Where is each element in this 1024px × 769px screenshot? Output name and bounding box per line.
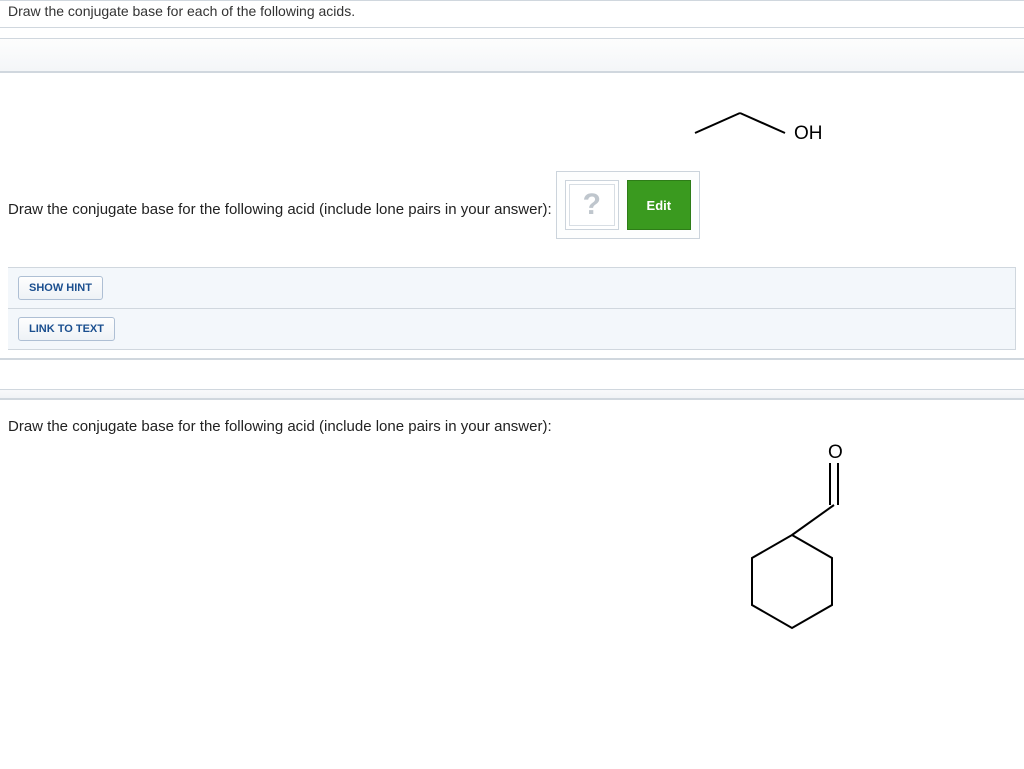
- question-mark-icon: ?: [569, 184, 615, 226]
- molecule-label-o: O: [828, 442, 843, 463]
- gap-1: [0, 359, 1024, 389]
- question-1: Draw the conjugate base for the followin…: [0, 72, 1024, 359]
- page-title: Draw the conjugate base for each of the …: [8, 3, 355, 19]
- question-1-prompt: Draw the conjugate base for the followin…: [8, 201, 552, 218]
- link-to-text-button[interactable]: LINK TO TEXT: [18, 317, 115, 341]
- molecule-cyclohexanone-structure: O: [710, 440, 880, 650]
- question-2: Draw the conjugate base for the followin…: [0, 399, 1024, 659]
- show-hint-button[interactable]: SHOW HINT: [18, 276, 103, 300]
- question-2-prompt: Draw the conjugate base for the followin…: [8, 418, 552, 435]
- molecule-label-oh: OH: [794, 123, 823, 144]
- molecule-ethanol-structure: OH: [690, 103, 860, 163]
- hint-panel: SHOW HINT LINK TO TEXT: [8, 267, 1016, 350]
- answer-input-area: ? Edit: [556, 171, 700, 239]
- edit-button[interactable]: Edit: [627, 180, 691, 230]
- help-button[interactable]: ?: [565, 180, 619, 230]
- page-header: Draw the conjugate base for each of the …: [0, 0, 1024, 28]
- section-divider: [0, 38, 1024, 72]
- section-divider-2: [0, 389, 1024, 399]
